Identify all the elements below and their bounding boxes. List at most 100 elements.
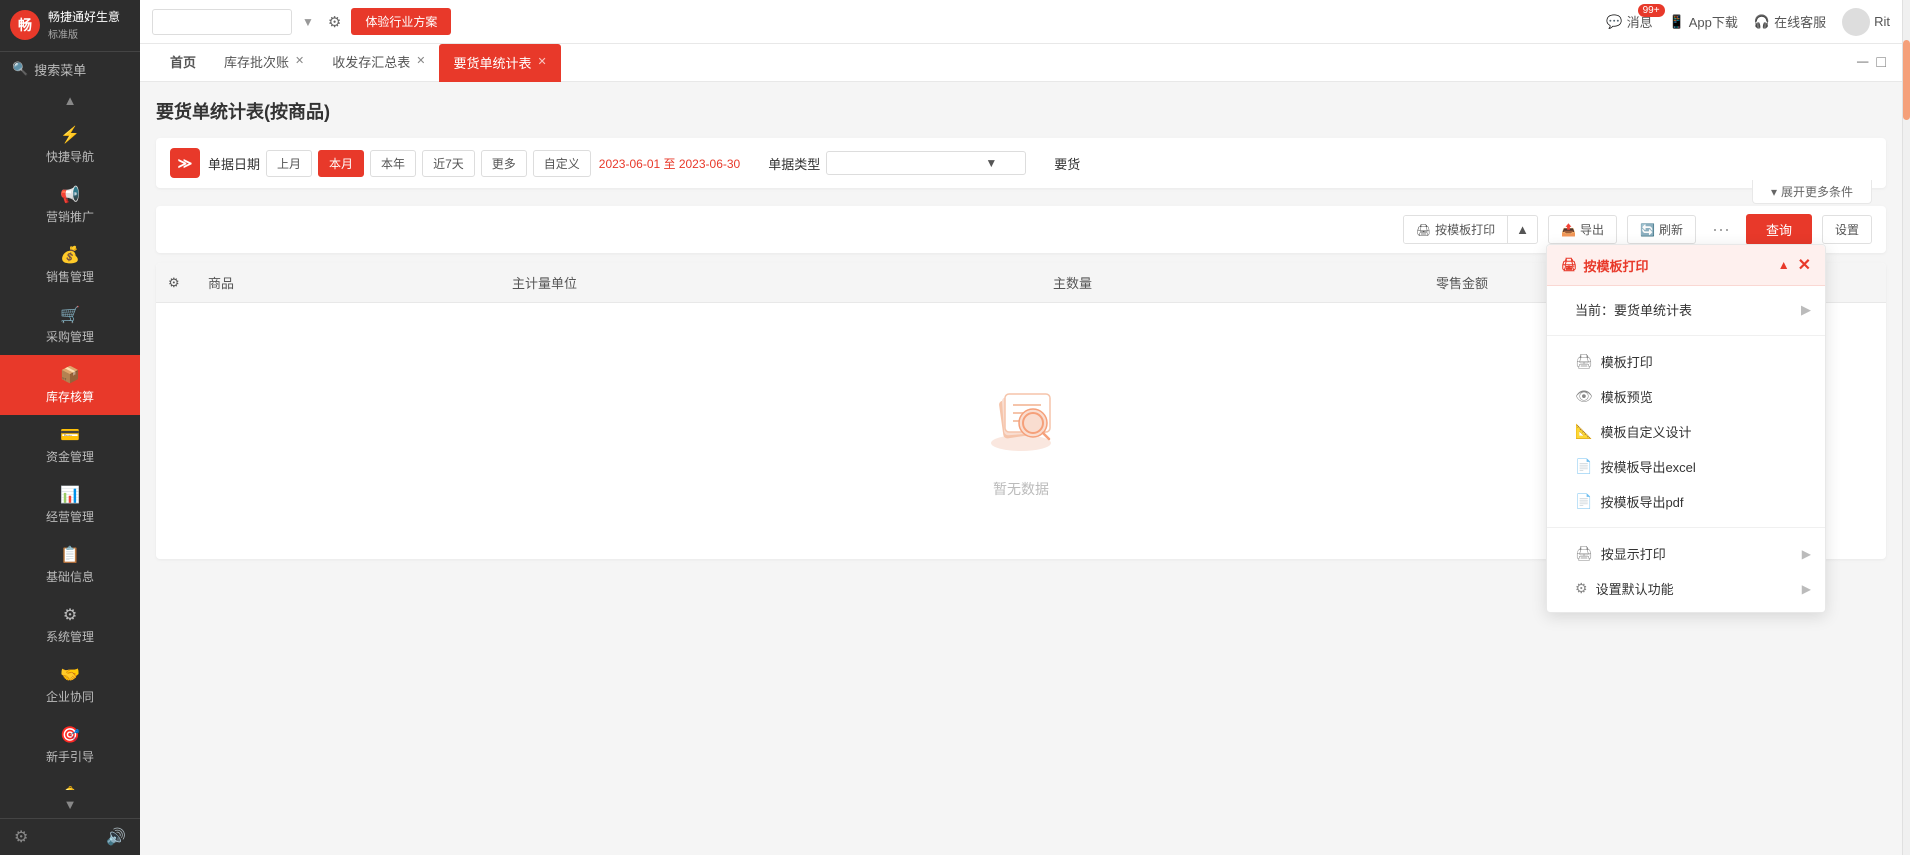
tab-order-stats-close[interactable]: ✕ xyxy=(538,57,547,68)
col-unit-header: 主计量单位 xyxy=(500,263,1041,303)
tab-receipt-summary[interactable]: 收发存汇总表 ✕ xyxy=(318,44,439,82)
sidebar-bottom: ⚙ 🔊 xyxy=(0,818,140,855)
quick-nav-icon: ⚡ xyxy=(60,125,80,145)
tab-home[interactable]: 首页 xyxy=(156,44,210,82)
maximize-icon[interactable]: □ xyxy=(1876,54,1886,72)
doc-type-dropdown-icon: ▼ xyxy=(985,156,997,170)
search-menu[interactable]: 🔍 搜索菜单 xyxy=(0,52,140,87)
col-product-header: 商品 xyxy=(196,263,500,303)
sidebar: 畅 畅捷通好生意 标准版 🔍 搜索菜单 ▲ ⚡ 快捷导航 📢 营销推广 💰 销售… xyxy=(0,0,140,855)
dropdown-template-design[interactable]: 📐 模板自定义设计 xyxy=(1547,414,1825,449)
sidebar-item-quick-nav[interactable]: ⚡ 快捷导航 xyxy=(0,115,140,175)
basic-icon: 📋 xyxy=(60,545,80,565)
dropdown-set-default[interactable]: ⚙ 设置默认功能 ▶ xyxy=(1547,571,1825,606)
search-icon: 🔍 xyxy=(12,61,28,77)
dropdown-template-export-excel[interactable]: 📄 按模板导出excel xyxy=(1547,449,1825,484)
sidebar-item-guide[interactable]: 🎯 新手引导 xyxy=(0,715,140,775)
sidebar-item-operations[interactable]: 📊 经营管理 xyxy=(0,475,140,535)
date-current-month-btn[interactable]: 本月 xyxy=(318,150,364,177)
minimize-icon[interactable]: ─ xyxy=(1857,54,1868,72)
sidebar-item-inventory[interactable]: 📦 库存核算 xyxy=(0,355,140,415)
app-download-item[interactable]: 📱 App下载 xyxy=(1669,12,1738,31)
settings-icon[interactable]: ⚙ xyxy=(14,827,28,847)
system-icon: ⚙ xyxy=(63,605,77,625)
more-options-button[interactable]: ··· xyxy=(1706,219,1736,240)
sidebar-item-enterprise[interactable]: 🤝 企业协同 xyxy=(0,655,140,715)
logo-area: 畅 畅捷通好生意 标准版 xyxy=(0,0,140,52)
template-export-pdf-label: 按模板导出pdf xyxy=(1600,492,1683,511)
date-last-month-btn[interactable]: 上月 xyxy=(266,150,312,177)
export-button[interactable]: 📤 导出 xyxy=(1548,215,1617,244)
dropdown-header: 🖨 按模板打印 ▲ ✕ xyxy=(1547,245,1825,286)
dropdown-template-print[interactable]: 🖨 模板打印 xyxy=(1547,344,1825,379)
user-avatar-item[interactable]: Rit xyxy=(1842,8,1890,36)
inventory-icon: 📦 xyxy=(60,365,80,385)
date-custom-btn[interactable]: 自定义 xyxy=(533,150,591,177)
filter-expand-button[interactable]: ≫ xyxy=(170,148,200,178)
topbar-dropdown-arrow[interactable]: ▼ xyxy=(302,15,314,29)
sidebar-item-finance[interactable]: 💳 资金管理 xyxy=(0,415,140,475)
sidebar-item-label: 销售管理 xyxy=(46,268,94,285)
tab-receipt-summary-close[interactable]: ✕ xyxy=(416,56,425,67)
date-last-7-days-btn[interactable]: 近7天 xyxy=(422,150,475,177)
dropdown-close-button[interactable]: ✕ xyxy=(1798,255,1811,275)
query-button[interactable]: 查询 xyxy=(1746,214,1812,245)
display-print-icon: 🖨 xyxy=(1575,545,1593,562)
print-dropdown-arrow[interactable]: ▲ xyxy=(1508,217,1537,242)
sidebar-item-sales[interactable]: 💰 销售管理 xyxy=(0,235,140,295)
cargo-filter-group: 要货 xyxy=(1054,154,1080,173)
doc-type-label: 单据类型 xyxy=(768,154,820,173)
col-settings-header[interactable]: ⚙ xyxy=(156,263,196,303)
scroll-up-btn[interactable]: ▲ xyxy=(0,87,140,115)
scroll-down-btn[interactable]: ▼ xyxy=(0,790,140,818)
finance-icon: 💳 xyxy=(60,425,80,445)
toolbar: 🖨 按模板打印 ▲ 📤 导出 🔄 刷新 ··· 查询 设置 xyxy=(156,206,1886,253)
customer-service-icon: 🎧 xyxy=(1754,14,1770,30)
sidebar-item-marketing[interactable]: 📢 营销推广 xyxy=(0,175,140,235)
dropdown-current-template[interactable]: 当前：要货单统计表 ▶ xyxy=(1547,292,1825,327)
tab-inventory-batch-close[interactable]: ✕ xyxy=(295,56,304,67)
date-more-btn[interactable]: 更多 xyxy=(481,150,527,177)
dropdown-template-export-pdf[interactable]: 📄 按模板导出pdf xyxy=(1547,484,1825,519)
print-arrow-up-icon: ▲ xyxy=(1516,222,1529,237)
current-template-label: 当前：要货单统计表 xyxy=(1575,300,1692,319)
topbar-gear-icon[interactable]: ⚙ xyxy=(328,13,341,31)
help-icon[interactable]: 🔊 xyxy=(106,827,126,847)
settings-button[interactable]: 设置 xyxy=(1822,215,1872,244)
sidebar-item-system[interactable]: ⚙ 系统管理 xyxy=(0,595,140,655)
current-template-arrow: ▶ xyxy=(1801,302,1811,318)
notification-item[interactable]: 💬 消息 99+ xyxy=(1606,12,1652,31)
dropdown-template-preview[interactable]: 👁 模板预览 xyxy=(1547,379,1825,414)
template-design-icon: 📐 xyxy=(1575,423,1592,440)
customer-service-item[interactable]: 🎧 在线客服 xyxy=(1754,12,1826,31)
expand-icon: ≫ xyxy=(178,155,193,172)
tab-order-stats-label: 要货单统计表 xyxy=(453,53,531,72)
right-scrollbar[interactable] xyxy=(1902,0,1910,855)
sidebar-item-basic[interactable]: 📋 基础信息 xyxy=(0,535,140,595)
tabbar: 首页 库存批次账 ✕ 收发存汇总表 ✕ 要货单统计表 ✕ ─ □ xyxy=(140,44,1902,82)
template-preview-label: 模板预览 xyxy=(1601,387,1653,406)
dropdown-title: 按模板打印 xyxy=(1584,256,1649,275)
nav-menu: ⚡ 快捷导航 📢 营销推广 💰 销售管理 🛒 采购管理 📦 库存核算 💳 资金管… xyxy=(0,115,140,790)
date-current-year-btn[interactable]: 本年 xyxy=(370,150,416,177)
sidebar-item-appstore[interactable]: 🔔 应用中心 xyxy=(0,775,140,790)
trial-industry-button[interactable]: 体验行业方案 xyxy=(351,8,451,35)
sidebar-item-purchase[interactable]: 🛒 采购管理 xyxy=(0,295,140,355)
settings-gear-icon: ⚙ xyxy=(168,275,180,290)
expand-more-conditions-btn[interactable]: ▾ 展开更多条件 xyxy=(1752,180,1872,204)
refresh-button[interactable]: 🔄 刷新 xyxy=(1627,215,1696,244)
doc-type-select[interactable]: ▼ xyxy=(826,151,1026,175)
refresh-icon: 🔄 xyxy=(1640,223,1655,237)
topbar-search-input[interactable] xyxy=(152,9,292,35)
app-download-icon: 📱 xyxy=(1669,14,1685,30)
scrollbar-thumb[interactable] xyxy=(1903,40,1910,120)
tab-order-stats[interactable]: 要货单统计表 ✕ xyxy=(439,44,560,82)
dropdown-printer-icon: 🖨 xyxy=(1561,257,1578,273)
dropdown-items-section: 🖨 模板打印 👁 模板预览 📐 模板自定义设计 📄 按模板导出excel xyxy=(1547,338,1825,525)
print-template-button[interactable]: 🖨 按模板打印 xyxy=(1404,216,1508,243)
dropdown-chevron-icon[interactable]: ▲ xyxy=(1778,258,1790,272)
dropdown-display-print[interactable]: 🖨 按显示打印 ▶ xyxy=(1547,536,1825,571)
app-badge: 标准版 xyxy=(48,26,120,41)
logo-icon: 畅 xyxy=(10,10,40,40)
tab-inventory-batch[interactable]: 库存批次账 ✕ xyxy=(210,44,318,82)
